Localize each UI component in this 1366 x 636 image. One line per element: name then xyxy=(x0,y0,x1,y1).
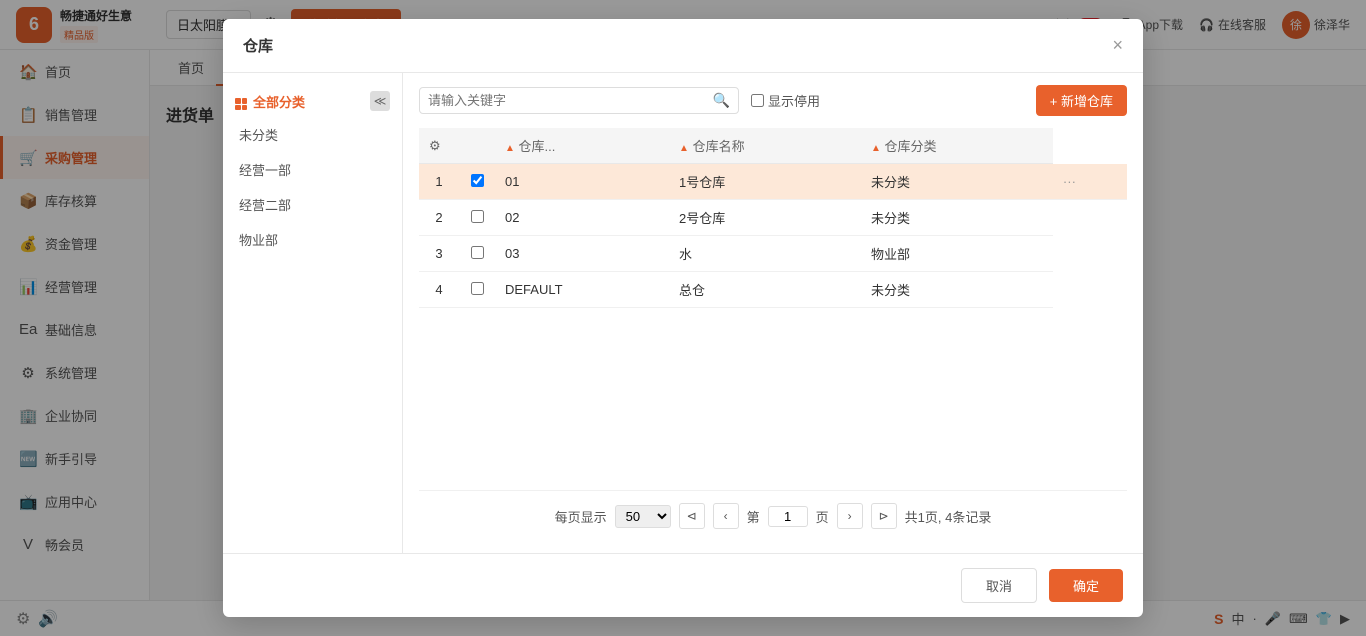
modal-close-btn[interactable]: × xyxy=(1112,35,1123,56)
prev-page-btn[interactable]: ‹ xyxy=(713,503,739,529)
next-page-btn[interactable]: › xyxy=(837,503,863,529)
category-item[interactable]: 经营二部 xyxy=(223,187,402,222)
category-panel: 全部分类 ≪ 未分类经营一部经营二部物业部 xyxy=(223,73,403,553)
row-category: 物业部 xyxy=(861,236,1053,272)
confirm-btn[interactable]: 确定 xyxy=(1049,569,1123,602)
table-header-row: ⚙ ▲ 仓库... ▲ 仓库名称 ▲ 仓库分类 xyxy=(419,128,1127,164)
modal-overlay: 仓库 × 全部分类 ≪ 未分类经营一部经营二部物业部 xyxy=(0,0,1366,636)
table-row[interactable]: 1 01 1号仓库 未分类 ··· xyxy=(419,164,1127,200)
row-num: 1 xyxy=(419,164,459,200)
category-item[interactable]: 物业部 xyxy=(223,222,402,257)
modal-footer: 取消 确定 xyxy=(223,553,1143,617)
row-name: 总仓 xyxy=(669,272,861,308)
th-gear: ⚙ xyxy=(419,128,459,164)
row-code: 01 xyxy=(495,164,669,200)
category-item[interactable]: 未分类 xyxy=(223,117,402,152)
cancel-btn[interactable]: 取消 xyxy=(961,568,1037,603)
th-check xyxy=(459,128,495,164)
page-number-input[interactable] xyxy=(768,506,808,527)
warehouse-modal: 仓库 × 全部分类 ≪ 未分类经营一部经营二部物业部 xyxy=(223,19,1143,617)
page-size-select: 50 20 100 xyxy=(615,505,671,528)
total-info: 共1页, 4条记录 xyxy=(905,507,992,526)
table-container: ⚙ ▲ 仓库... ▲ 仓库名称 ▲ 仓库分类 1 01 1号仓库 未分类 ··… xyxy=(419,128,1127,486)
last-page-btn[interactable]: ⊳ xyxy=(871,503,897,529)
row-checkbox[interactable] xyxy=(459,236,495,272)
modal-header: 仓库 × xyxy=(223,19,1143,73)
table-row[interactable]: 2 02 2号仓库 未分类 xyxy=(419,200,1127,236)
row-code: 02 xyxy=(495,200,669,236)
row-name: 1号仓库 xyxy=(669,164,861,200)
row-checkbox[interactable] xyxy=(459,200,495,236)
row-checkbox[interactable] xyxy=(459,272,495,308)
show-disabled-toggle[interactable]: 显示停用 xyxy=(751,91,820,110)
grid-icon xyxy=(235,92,247,111)
row-code: DEFAULT xyxy=(495,272,669,308)
row-name: 水 xyxy=(669,236,861,272)
all-category-btn[interactable]: 全部分类 xyxy=(235,92,305,111)
search-icon[interactable]: 🔍 xyxy=(713,92,730,109)
table-toolbar: 🔍 显示停用 + 新增仓库 xyxy=(419,85,1127,116)
show-disabled-checkbox[interactable] xyxy=(751,94,764,107)
th-name: ▲ 仓库名称 xyxy=(669,128,861,164)
row-name: 2号仓库 xyxy=(669,200,861,236)
table-panel: 🔍 显示停用 + 新增仓库 ⚙ xyxy=(403,73,1143,553)
modal-body: 全部分类 ≪ 未分类经营一部经营二部物业部 🔍 显示停用 xyxy=(223,73,1143,553)
row-code: 03 xyxy=(495,236,669,272)
search-box: 🔍 xyxy=(419,87,739,114)
table-row[interactable]: 4 DEFAULT 总仓 未分类 xyxy=(419,272,1127,308)
category-item[interactable]: 经营一部 xyxy=(223,152,402,187)
row-category: 未分类 xyxy=(861,272,1053,308)
add-warehouse-btn[interactable]: + 新增仓库 xyxy=(1036,85,1127,116)
row-checkbox[interactable] xyxy=(459,164,495,200)
row-actions[interactable]: ··· xyxy=(1053,164,1127,200)
search-input[interactable] xyxy=(428,93,713,108)
table-row[interactable]: 3 03 水 物业部 xyxy=(419,236,1127,272)
pagination: 每页显示 50 20 100 ⊲ ‹ 第 页 › ⊳ 共1 xyxy=(419,490,1127,541)
row-category: 未分类 xyxy=(861,200,1053,236)
th-code: ▲ 仓库... xyxy=(495,128,669,164)
row-num: 2 xyxy=(419,200,459,236)
warehouse-table: ⚙ ▲ 仓库... ▲ 仓库名称 ▲ 仓库分类 1 01 1号仓库 未分类 ··… xyxy=(419,128,1127,308)
row-num: 3 xyxy=(419,236,459,272)
category-header: 全部分类 ≪ xyxy=(223,85,402,117)
first-page-btn[interactable]: ⊲ xyxy=(679,503,705,529)
row-num: 4 xyxy=(419,272,459,308)
row-category: 未分类 xyxy=(861,164,1053,200)
modal-title: 仓库 xyxy=(243,35,273,56)
per-page-dropdown[interactable]: 50 20 100 xyxy=(615,505,671,528)
collapse-btn[interactable]: ≪ xyxy=(370,91,390,111)
th-category: ▲ 仓库分类 xyxy=(861,128,1053,164)
